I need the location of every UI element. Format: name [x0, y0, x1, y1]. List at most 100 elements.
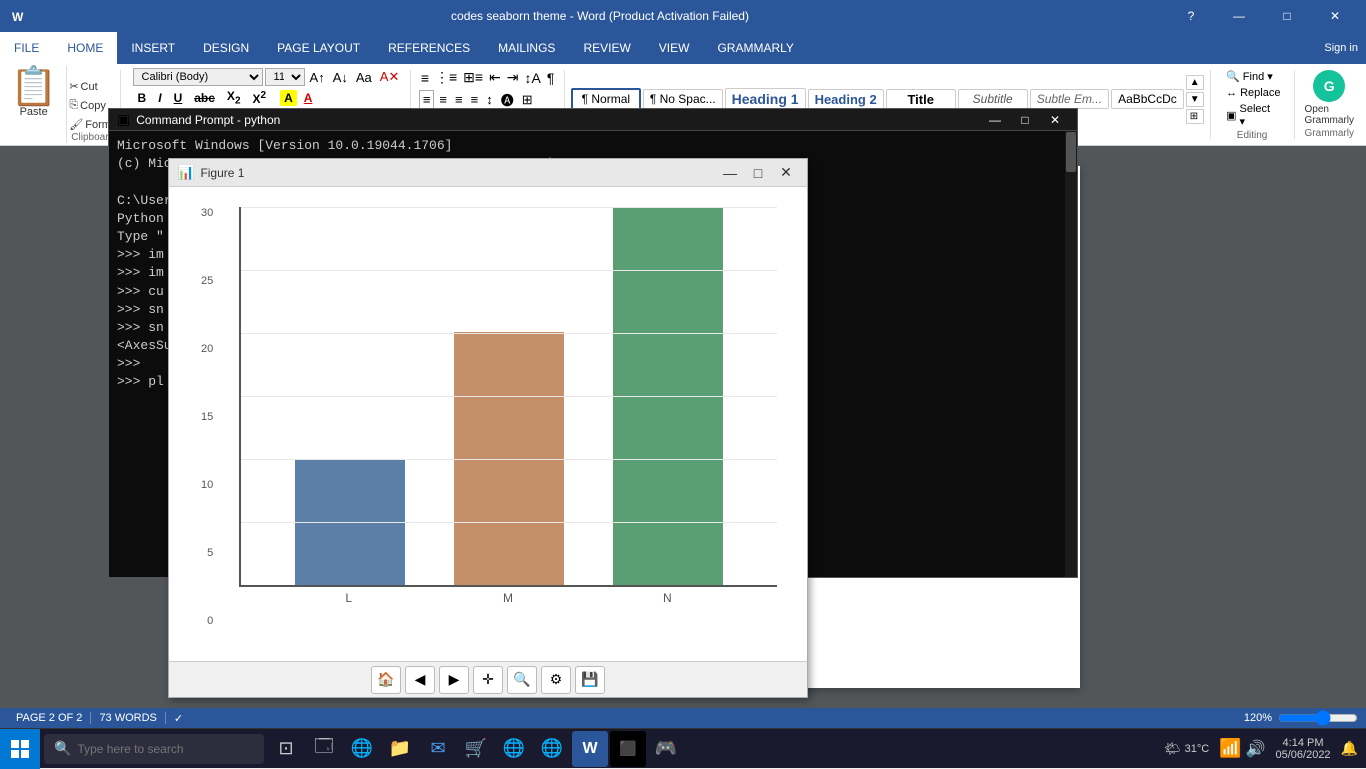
cmd-maximize-btn[interactable]: □ [1011, 110, 1039, 130]
tab-design[interactable]: DESIGN [189, 32, 263, 64]
multilevel-btn[interactable]: ⊞≡ [461, 68, 485, 87]
time-display: 4:14 PM [1276, 737, 1331, 749]
cmd-scrollbar[interactable] [1065, 131, 1077, 577]
cmd-title: Command Prompt - python [136, 113, 981, 127]
taskbar-search-input[interactable] [77, 742, 254, 756]
style-heading2[interactable]: Heading 2 [808, 89, 884, 110]
proofing-icon[interactable]: ✓ [166, 712, 191, 725]
taskbar-mail[interactable]: ✉ [420, 731, 456, 767]
tab-home[interactable]: HOME [53, 32, 117, 64]
tab-file[interactable]: FILE [0, 32, 53, 64]
italic-button[interactable]: I [153, 90, 166, 106]
bullets-btn[interactable]: ≡ [419, 69, 431, 87]
show-formatting-btn[interactable]: ¶ [545, 69, 557, 87]
fig-save-btn[interactable]: 💾 [575, 666, 605, 694]
fig-home-btn[interactable]: 🏠 [371, 666, 401, 694]
tab-references[interactable]: REFERENCES [374, 32, 484, 64]
figure-icon: 📊 [177, 164, 194, 181]
fig-back-btn[interactable]: ◀ [405, 666, 435, 694]
style-aabbcc[interactable]: AaBbCcDc [1111, 89, 1184, 109]
subscript-button[interactable]: X2 [222, 88, 246, 107]
ribbon-group-clipboard: 📋 Paste ✂ Cut ⎘ Copy 🖌 Format [4, 66, 67, 143]
font-shrink-btn[interactable]: A↓ [330, 69, 351, 86]
word-close-btn[interactable]: ✕ [1312, 0, 1358, 32]
zoom-slider[interactable] [1278, 710, 1358, 726]
fig-zoom-btn[interactable]: 🔍 [507, 666, 537, 694]
border-btn[interactable]: ⊞ [519, 91, 536, 109]
shading-btn[interactable]: 🅐 [498, 89, 517, 110]
word-help-btn[interactable]: ? [1168, 0, 1214, 32]
taskbar-edge[interactable]: 🌐 [344, 731, 380, 767]
taskbar-time[interactable]: 4:14 PM 05/06/2022 [1270, 737, 1337, 761]
tab-grammarly[interactable]: GRAMMARLY [703, 32, 807, 64]
font-color-btn[interactable]: A [299, 90, 318, 106]
align-center-btn[interactable]: ≡ [436, 91, 450, 108]
style-title[interactable]: Title [886, 89, 956, 110]
taskbar-notification-icon[interactable]: 🔔 [1341, 740, 1358, 757]
style-subtle-em[interactable]: Subtle Em... [1030, 89, 1109, 109]
find-button[interactable]: 🔍 Find ▾ [1218, 68, 1286, 85]
style-no-space[interactable]: ¶ No Spac... [643, 89, 723, 109]
font-color-eraser-btn[interactable]: A✕ [377, 68, 403, 86]
underline-button[interactable]: U [169, 90, 188, 106]
taskbar-task-view[interactable]: ⊡ [268, 731, 304, 767]
cmd-minimize-btn[interactable]: — [981, 110, 1009, 130]
grammarly-icon-btn[interactable]: G [1313, 70, 1345, 102]
fig-configure-btn[interactable]: ⚙ [541, 666, 571, 694]
open-grammarly-btn[interactable]: OpenGrammarly [1305, 104, 1354, 126]
figure-minimize-btn[interactable]: — [717, 161, 743, 185]
strikethrough-button[interactable]: abc [189, 90, 220, 106]
align-left-btn[interactable]: ≡ [419, 90, 435, 109]
select-button[interactable]: ▣ Select ▾ [1218, 101, 1286, 130]
cmd-close-btn[interactable]: ✕ [1041, 110, 1069, 130]
taskbar-store[interactable]: 🛒 [458, 731, 494, 767]
tab-insert[interactable]: INSERT [117, 32, 189, 64]
status-right: 120% [1244, 710, 1358, 726]
taskbar-word-icon[interactable]: W [572, 731, 608, 767]
replace-button[interactable]: ↔ Replace [1218, 85, 1286, 101]
style-heading1[interactable]: Heading 1 [725, 88, 806, 110]
styles-scroll-down[interactable]: ▼ [1186, 92, 1204, 107]
font-case-btn[interactable]: Aa [353, 69, 375, 86]
bold-button[interactable]: B [133, 90, 152, 106]
justify-btn[interactable]: ≡ [468, 91, 482, 108]
taskbar-explorer[interactable]: 📁 [382, 731, 418, 767]
taskbar-chrome[interactable]: 🌐 [534, 731, 570, 767]
tab-mailings[interactable]: MAILINGS [484, 32, 569, 64]
font-size-select[interactable]: 11 [265, 68, 305, 86]
word-maximize-btn[interactable]: □ [1264, 0, 1310, 32]
figure-maximize-btn[interactable]: □ [745, 161, 771, 185]
font-grow-btn[interactable]: A↑ [307, 69, 328, 86]
taskbar-search[interactable]: 🔍 [44, 734, 264, 764]
numbering-btn[interactable]: ⋮≡ [433, 68, 459, 87]
superscript-button[interactable]: X2 [248, 89, 272, 107]
styles-scroll-up[interactable]: ▲ [1186, 75, 1204, 90]
fig-pan-btn[interactable]: ✛ [473, 666, 503, 694]
increase-indent-btn[interactable]: ⇥ [505, 68, 521, 87]
sign-in-link[interactable]: Sign in [1324, 32, 1366, 64]
sort-btn[interactable]: ↕A [523, 69, 543, 87]
taskbar-temperature: 31°C [1185, 743, 1210, 755]
align-right-btn[interactable]: ≡ [452, 91, 466, 108]
taskbar-volume-icon[interactable]: 🔊 [1246, 739, 1266, 759]
decrease-indent-btn[interactable]: ⇤ [487, 68, 503, 87]
taskbar-widgets[interactable]: 🗔 [306, 731, 342, 767]
word-title-bar: W codes seaborn theme - Word (Product Ac… [0, 0, 1366, 32]
style-subtitle[interactable]: Subtitle [958, 89, 1028, 109]
style-normal[interactable]: ¶ Normal [571, 88, 641, 110]
taskbar-game-icon[interactable]: 🎮 [648, 731, 684, 767]
line-spacing-btn[interactable]: ↕ [483, 91, 496, 108]
font-family-select[interactable]: Calibri (Body) [133, 68, 263, 86]
taskbar-browser[interactable]: 🌐 [496, 731, 532, 767]
fig-forward-btn[interactable]: ▶ [439, 666, 469, 694]
tab-review[interactable]: REVIEW [569, 32, 644, 64]
start-button[interactable] [0, 729, 40, 769]
tab-view[interactable]: VIEW [645, 32, 704, 64]
tab-page-layout[interactable]: PAGE LAYOUT [263, 32, 374, 64]
word-minimize-btn[interactable]: — [1216, 0, 1262, 32]
highlight-btn[interactable]: A [280, 90, 297, 106]
paste-button[interactable]: 📋 Paste [10, 68, 61, 143]
figure-close-btn[interactable]: ✕ [773, 161, 799, 185]
styles-more[interactable]: ⊞ [1186, 109, 1204, 124]
taskbar-cmd-icon[interactable]: ⬛ [610, 731, 646, 767]
